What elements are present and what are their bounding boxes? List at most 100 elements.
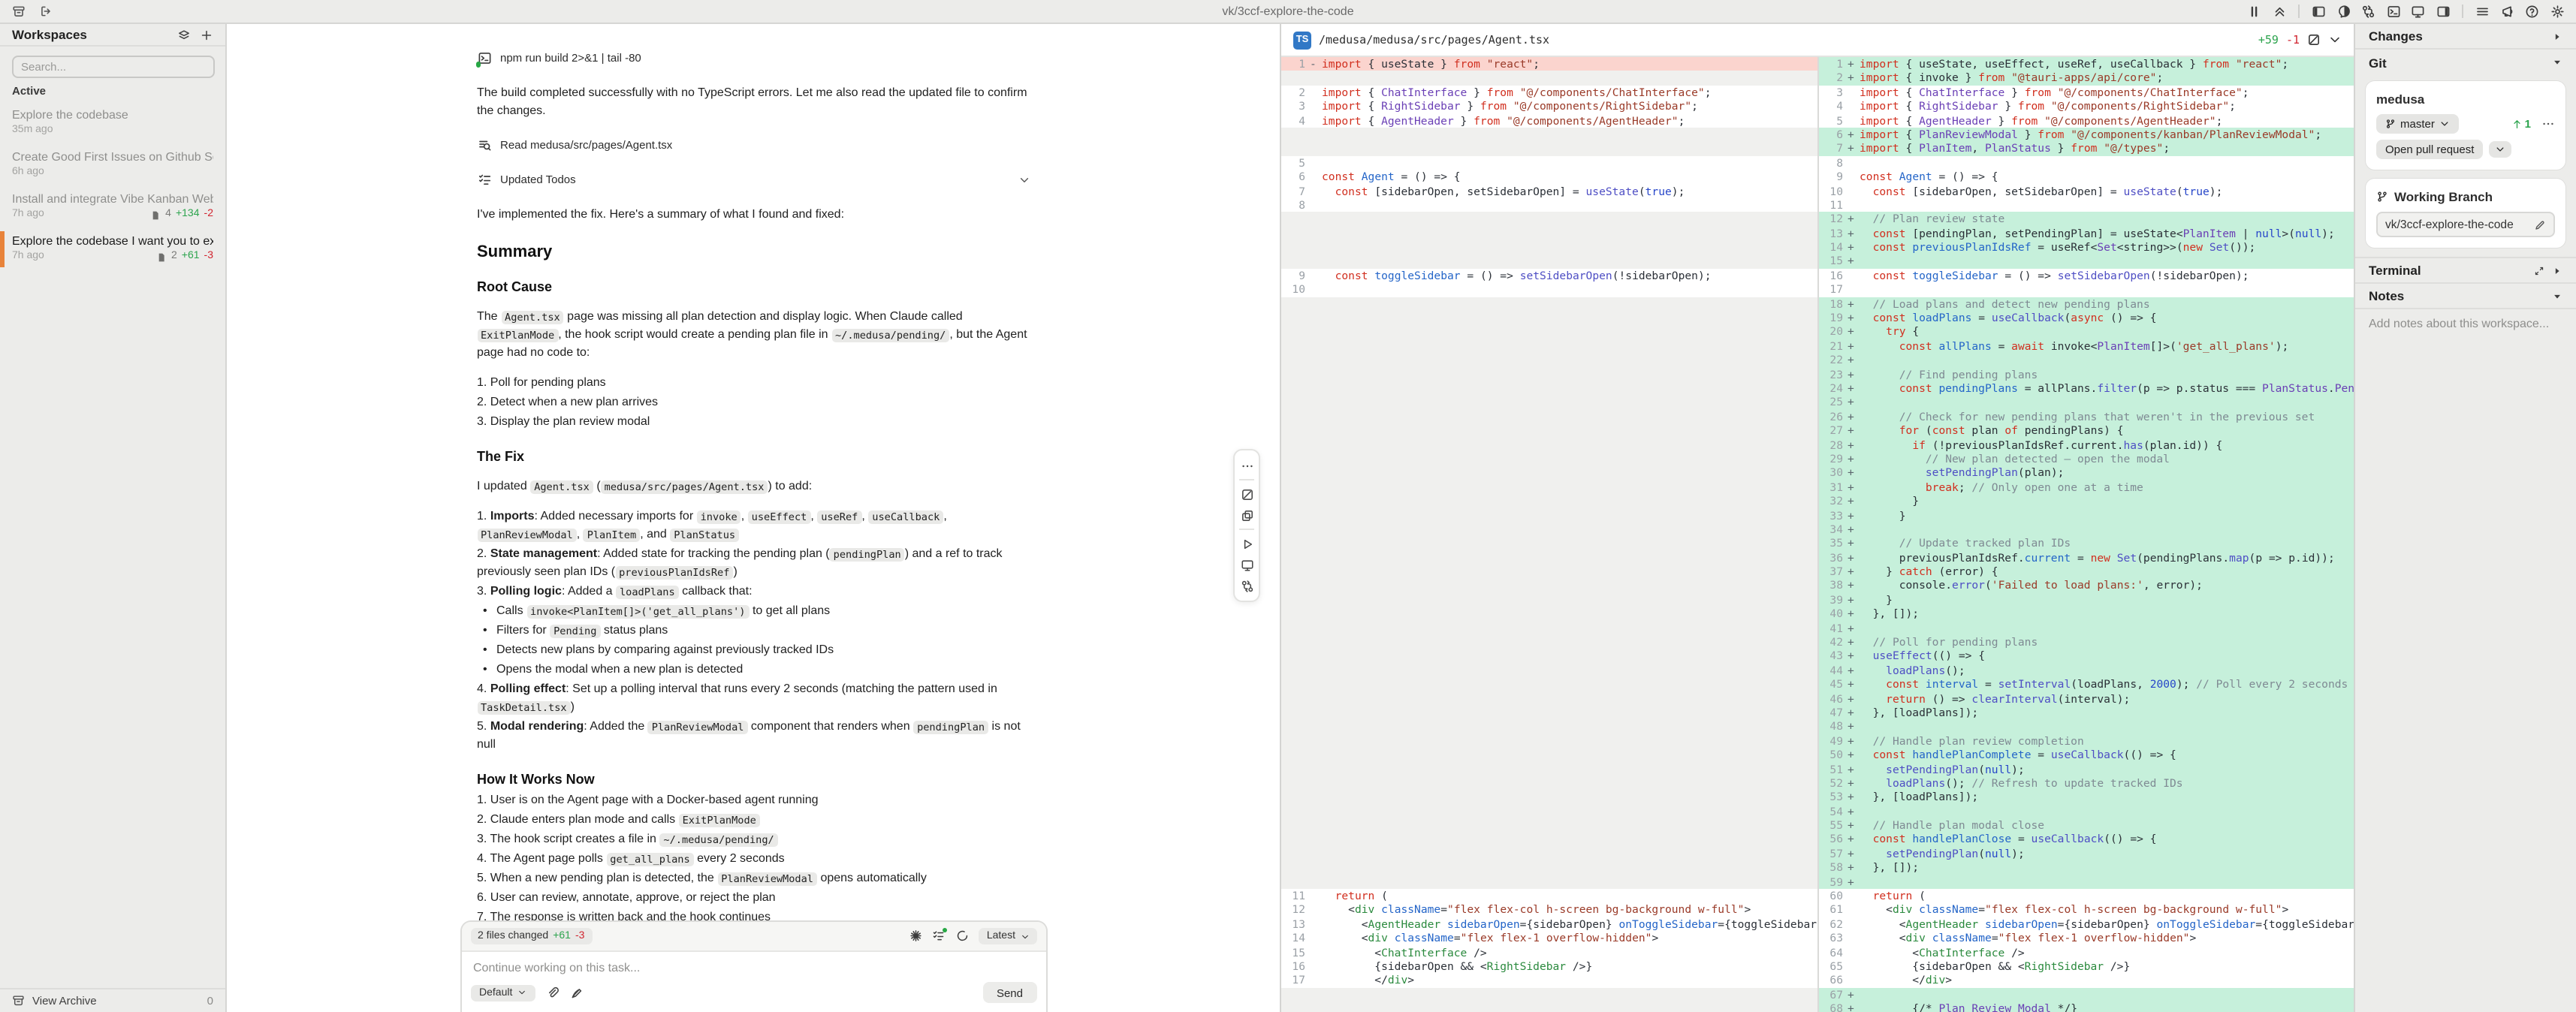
section-changes[interactable]: Changes <box>2355 24 2576 50</box>
terminal-icon <box>477 52 491 66</box>
mode-selector[interactable]: Default <box>470 984 535 1001</box>
diff-filler <box>1281 861 1817 875</box>
workspace-item[interactable]: Explore the codebase I want you to exp7h… <box>0 228 225 270</box>
message-icon[interactable] <box>2336 5 2351 19</box>
list-item: 3. The hook script creates a file in ~/.… <box>477 830 1030 848</box>
section-git[interactable]: Git <box>2355 50 2576 75</box>
megaphone-icon[interactable] <box>2500 5 2514 19</box>
tool-call-row[interactable]: Read medusa/src/pages/Agent.tsx <box>477 137 1030 155</box>
branch-icon <box>2385 119 2396 129</box>
inline-code: PlanReviewModal <box>648 720 748 733</box>
diff-filler <box>1281 734 1817 748</box>
chevrons-up-icon[interactable] <box>2272 5 2286 19</box>
list-item: 2. Detect when a new plan arrives <box>477 393 1030 411</box>
diff-added-line: 56+ const handlePlanClose = useCallback(… <box>1817 833 2354 847</box>
diff-filler <box>1281 311 1817 325</box>
diff-row: 50+ const handlePlanComplete = useCallba… <box>1281 748 2354 762</box>
view-archive-button[interactable]: View Archive 0 <box>0 988 225 1012</box>
gear-icon[interactable] <box>2550 5 2564 19</box>
archive-icon[interactable] <box>12 5 26 18</box>
clip-icon[interactable] <box>545 986 559 999</box>
workspace-item[interactable]: Explore the codebase35m ago <box>0 102 225 144</box>
diff-filler <box>1281 142 1817 156</box>
panel-left-icon[interactable] <box>2312 5 2326 19</box>
pr-options-button[interactable] <box>2489 141 2511 158</box>
monitor-icon[interactable] <box>2411 5 2425 19</box>
up-icon <box>2512 119 2523 130</box>
todos-icon[interactable] <box>933 930 946 943</box>
diff-row: 39+ } <box>1281 593 2354 607</box>
signout-icon[interactable] <box>39 5 53 18</box>
pause-icon[interactable] <box>2247 5 2261 19</box>
ban-icon[interactable] <box>1240 487 1253 501</box>
tool-call-row[interactable]: npm run build 2>&1 | tail -80 <box>477 50 1030 68</box>
tool-call-row[interactable]: Updated Todos <box>477 171 1030 189</box>
titlebar: vk/3ccf-explore-the-code <box>0 0 2576 24</box>
workspaces-title: Workspaces <box>12 27 87 42</box>
sparkle-icon[interactable] <box>909 930 922 943</box>
bullet-item: •Filters for Pending status plans <box>477 622 1030 640</box>
diff-filler <box>1281 607 1817 621</box>
diff-deletions: -1 <box>2286 33 2300 47</box>
panel-right-icon[interactable] <box>2436 5 2450 19</box>
workspace-item[interactable]: Create Good First Issues on Github So p6… <box>0 144 225 186</box>
ban-icon[interactable] <box>2307 33 2321 47</box>
diff-row: 9 const toggleSidebar = () => setSidebar… <box>1281 269 2354 283</box>
chevdown-icon[interactable] <box>1018 174 1030 186</box>
expand-icon[interactable] <box>2534 265 2544 276</box>
files-changed-badge[interactable]: 2 files changed +61 -3 <box>470 928 592 944</box>
diff-filler <box>1281 494 1817 508</box>
diff-filler <box>1281 847 1817 861</box>
plus-icon[interactable] <box>200 28 213 41</box>
diff-context-line: 64 <ChatInterface /> <box>1817 945 2354 959</box>
loader-icon[interactable] <box>956 930 969 943</box>
diff-file-header[interactable]: TS /medusa/medusa/src/pages/Agent.tsx +5… <box>1281 24 2354 57</box>
composer-input[interactable]: Continue working on this task... <box>461 952 1045 977</box>
search-input[interactable] <box>12 56 215 78</box>
layers-icon[interactable] <box>177 28 191 41</box>
diff-filler <box>1281 804 1817 818</box>
send-button[interactable]: Send <box>983 982 1036 1003</box>
diff-row: 26+ // Check for new pending plans that … <box>1281 410 2354 424</box>
diff-filler <box>1281 762 1817 776</box>
workspace-title: Create Good First Issues on Github So p <box>12 149 213 165</box>
doc-icon <box>156 251 167 262</box>
git-compare-icon[interactable] <box>2361 5 2375 19</box>
working-branch-input[interactable]: vk/3ccf-explore-the-code <box>2376 212 2555 237</box>
copy-icon[interactable] <box>1240 508 1253 522</box>
latest-selector[interactable]: Latest <box>979 928 1036 944</box>
diff-added-line: 54+ <box>1817 804 2354 818</box>
diff-context-line: 8 <box>1281 198 1817 212</box>
chat-scroll-area[interactable]: npm run build 2>&1 | tail -80The build c… <box>227 24 1280 931</box>
notes-placeholder[interactable]: Add notes about this workspace... <box>2355 308 2576 338</box>
chevdown-icon <box>1020 932 1029 941</box>
dots-icon[interactable] <box>2541 117 2555 131</box>
diff-filler <box>1281 381 1817 396</box>
terminal-icon[interactable] <box>2386 5 2400 19</box>
pen-icon[interactable] <box>569 986 583 999</box>
list-item: 3. Polling logic: Added a loadPlans call… <box>477 583 1030 601</box>
diff-context-line: 2import { ChatInterface } from "@/compon… <box>1281 86 1817 100</box>
help-icon[interactable] <box>2525 5 2539 19</box>
open-pr-button[interactable]: Open pull request <box>2376 140 2483 159</box>
play-icon[interactable] <box>1240 537 1253 550</box>
diff-row: 58 <box>1281 155 2354 170</box>
inline-code: useEffect <box>748 510 811 523</box>
monitor-icon[interactable] <box>1240 558 1253 571</box>
section-notes[interactable]: Notes <box>2355 282 2576 308</box>
diff-row: 42+ // Poll for pending plans <box>1281 635 2354 649</box>
titlebar-left-icons <box>12 5 53 18</box>
inline-code: useCallback <box>868 510 943 523</box>
diff-row: 12 <div className="flex flex-col h-scree… <box>1281 903 2354 917</box>
dots-icon[interactable] <box>1240 459 1253 472</box>
menu-icon[interactable] <box>2475 5 2490 19</box>
branch-selector[interactable]: master <box>2376 114 2459 134</box>
workspace-item[interactable]: Install and integrate Vibe Kanban Web C7… <box>0 186 225 228</box>
chevdown-icon[interactable] <box>2328 33 2342 47</box>
list-item: 4. The Agent page polls get_all_plans ev… <box>477 850 1030 868</box>
git-compare-icon[interactable] <box>1240 579 1253 592</box>
diff-filler <box>1281 776 1817 791</box>
section-terminal[interactable]: Terminal <box>2355 257 2576 282</box>
diff-row: 49+ // Handle plan review completion <box>1281 734 2354 748</box>
diff-row: 27+ for (const plan of pendingPlans) { <box>1281 423 2354 438</box>
